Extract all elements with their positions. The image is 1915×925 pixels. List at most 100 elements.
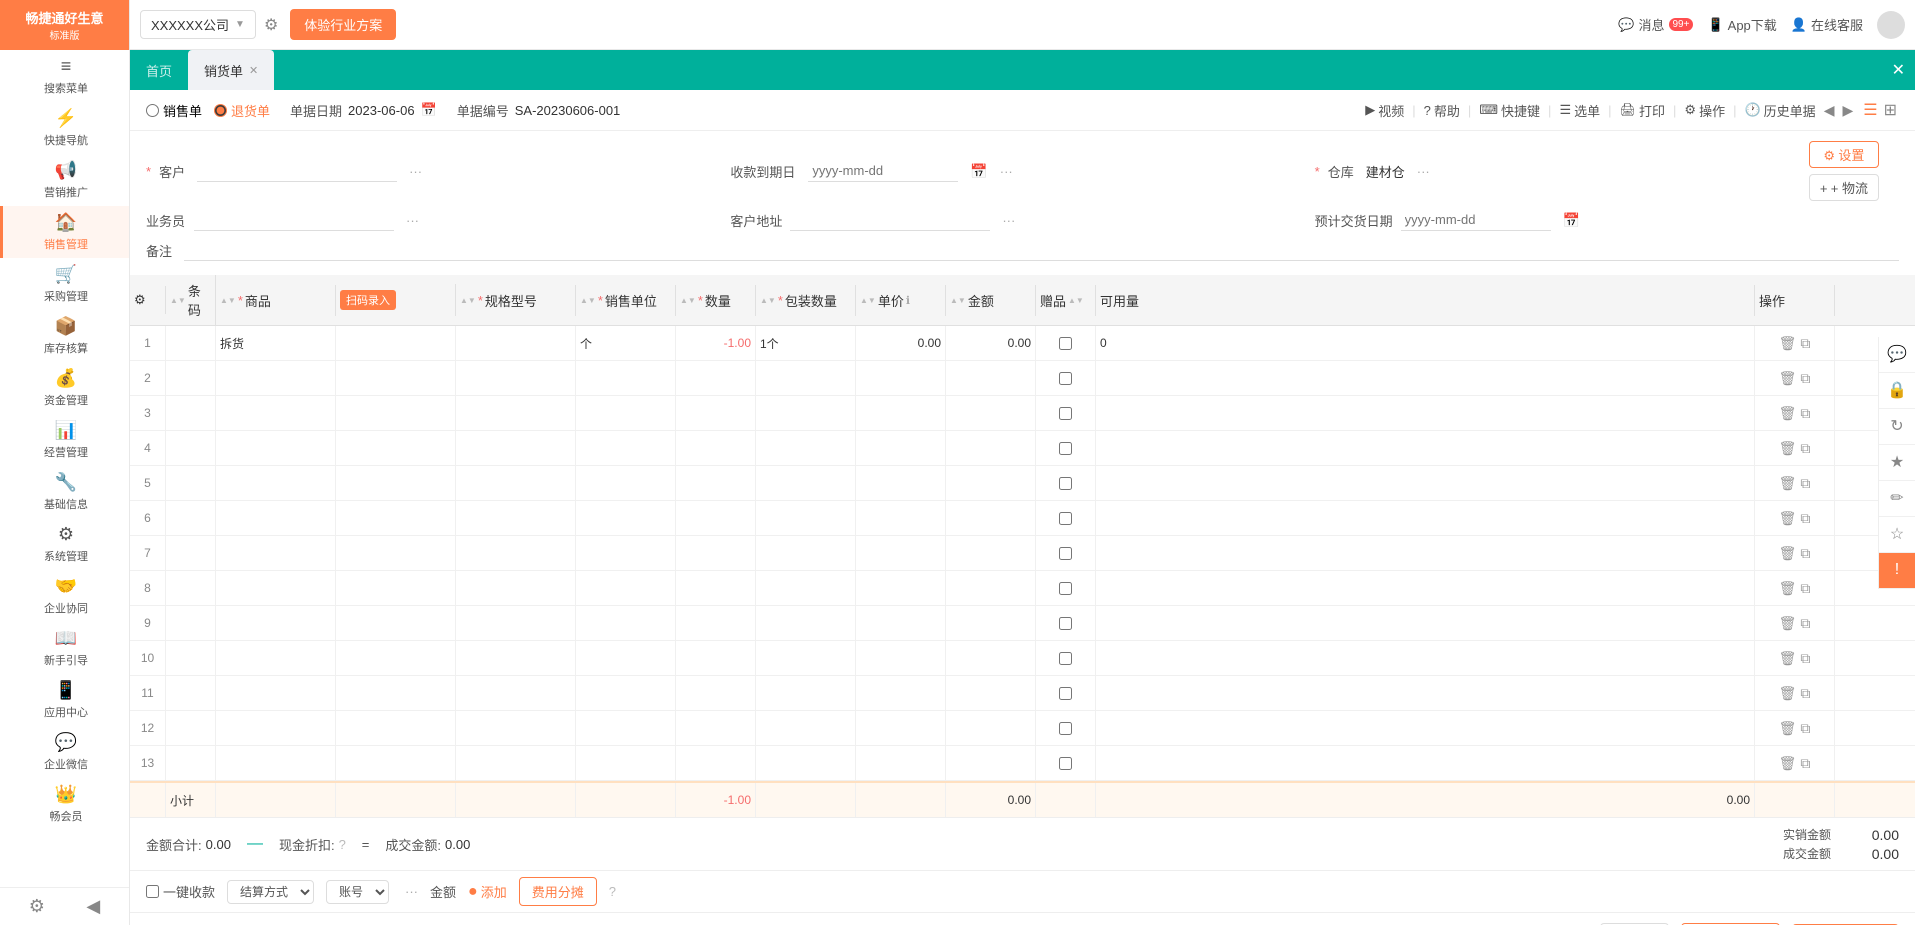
action-help[interactable]: ? 帮助	[1424, 101, 1460, 120]
gift-checkbox-9[interactable]	[1059, 617, 1072, 630]
gift-checkbox-1[interactable]	[1059, 337, 1072, 350]
rf-item-6[interactable]: ☆	[1879, 517, 1915, 553]
payment-method-select[interactable]: 结算方式	[227, 880, 314, 904]
gift-checkbox-7[interactable]	[1059, 547, 1072, 560]
remark-input[interactable]	[184, 239, 1899, 261]
collect-date-more-icon[interactable]: ···	[1000, 164, 1013, 179]
gift-checkbox-12[interactable]	[1059, 722, 1072, 735]
customer-more-icon[interactable]: ···	[409, 164, 422, 179]
expense-split-button[interactable]: 费用分摊	[519, 877, 597, 906]
sidebar-item-inventory[interactable]: 📦 库存核算	[0, 310, 129, 362]
one-click-payment-checkbox[interactable]: 一键收款	[146, 882, 215, 901]
company-selector[interactable]: XXXXXX公司 ▼	[140, 10, 256, 39]
copy-row-10-icon[interactable]: ⧉	[1800, 650, 1810, 667]
tab-sales-order[interactable]: 销货单 ✕	[188, 50, 274, 90]
delete-row-9-icon[interactable]: 🗑	[1779, 615, 1797, 632]
warehouse-more-icon[interactable]: ···	[1417, 164, 1430, 179]
gift-checkbox-11[interactable]	[1059, 687, 1072, 700]
rf-item-4[interactable]: ★	[1879, 445, 1915, 481]
header-settings-icon[interactable]: ⚙	[264, 15, 278, 35]
delete-row-7-icon[interactable]: 🗑	[1779, 545, 1797, 562]
td-barcode-1[interactable]	[166, 326, 216, 360]
trial-button[interactable]: 体验行业方案	[290, 9, 396, 40]
action-video[interactable]: ▶ 视频	[1365, 101, 1404, 120]
gift-checkbox-5[interactable]	[1059, 477, 1072, 490]
copy-row-11-icon[interactable]: ⧉	[1800, 685, 1810, 702]
app-download-button[interactable]: 📱 App下载	[1707, 15, 1776, 34]
customer-addr-input[interactable]	[790, 209, 990, 231]
date-calendar-icon[interactable]: 📅	[421, 102, 437, 118]
td-spec-1[interactable]	[456, 326, 576, 360]
gift-checkbox-10[interactable]	[1059, 652, 1072, 665]
salesperson-more-icon[interactable]: ···	[406, 213, 419, 228]
sidebar-item-system[interactable]: ⚙ 系统管理	[0, 518, 129, 570]
sidebar-item-appstore[interactable]: 📱 应用中心	[0, 674, 129, 726]
gift-checkbox-8[interactable]	[1059, 582, 1072, 595]
delete-row-4-icon[interactable]: 🗑	[1779, 440, 1797, 457]
delete-row-13-icon[interactable]: 🗑	[1779, 755, 1797, 772]
gift-checkbox-3[interactable]	[1059, 407, 1072, 420]
copy-row-7-icon[interactable]: ⧉	[1800, 545, 1810, 562]
customer-input[interactable]	[197, 160, 397, 182]
online-service-button[interactable]: 👤 在线客服	[1791, 15, 1863, 34]
rf-item-2[interactable]: 🔒	[1879, 373, 1915, 409]
discount-help-icon[interactable]: ?	[339, 837, 346, 852]
payment-account-more-icon[interactable]: ···	[405, 884, 418, 899]
expected-delivery-calendar-icon[interactable]: 📅	[1563, 212, 1580, 229]
copy-row-4-icon[interactable]: ⧉	[1800, 440, 1810, 457]
sidebar-item-quick[interactable]: ⚡ 快捷导航	[0, 102, 129, 154]
delete-row-11-icon[interactable]: 🗑	[1779, 685, 1797, 702]
payment-help-icon[interactable]: ?	[609, 884, 616, 899]
action-operate[interactable]: ⚙ 操作	[1684, 101, 1725, 120]
action-select[interactable]: ☰ 选单	[1559, 101, 1600, 120]
add-payment-button[interactable]: ● 添加	[468, 882, 507, 901]
rf-item-5[interactable]: ✏	[1879, 481, 1915, 517]
payment-account-select[interactable]: 账号	[326, 880, 389, 904]
rf-item-1[interactable]: 💬	[1879, 337, 1915, 373]
action-print[interactable]: 🖨 打印	[1620, 101, 1666, 120]
history-next-icon[interactable]: ▶	[1842, 102, 1853, 119]
copy-row-12-icon[interactable]: ⧉	[1800, 720, 1810, 737]
sidebar-item-basic[interactable]: 🔧 基础信息	[0, 466, 129, 518]
delete-row-1-icon[interactable]: 🗑	[1779, 335, 1797, 352]
action-shortcut[interactable]: ⌨ 快捷键	[1479, 101, 1540, 120]
radio-sale[interactable]: 销售单	[146, 101, 202, 120]
logistics-button[interactable]: + + 物流	[1809, 174, 1879, 201]
grid-view-icon[interactable]: ⊞	[1882, 98, 1899, 122]
sidebar-item-member[interactable]: 👑 畅会员	[0, 778, 129, 830]
tab-home[interactable]: 首页	[130, 50, 188, 90]
salesperson-input[interactable]	[194, 209, 394, 231]
copy-row-5-icon[interactable]: ⧉	[1800, 475, 1810, 492]
customer-addr-more-icon[interactable]: ···	[1002, 213, 1015, 228]
delete-row-3-icon[interactable]: 🗑	[1779, 405, 1797, 422]
copy-row-8-icon[interactable]: ⧉	[1800, 580, 1810, 597]
sidebar-item-finance[interactable]: 💰 资金管理	[0, 362, 129, 414]
delete-row-12-icon[interactable]: 🗑	[1779, 720, 1797, 737]
gift-checkbox-13[interactable]	[1059, 757, 1072, 770]
copy-row-2-icon[interactable]: ⧉	[1800, 370, 1810, 387]
sidebar-item-operations[interactable]: 📊 经营管理	[0, 414, 129, 466]
sidebar-item-search[interactable]: ≡ 搜索菜单	[0, 50, 129, 102]
delete-row-2-icon[interactable]: 🗑	[1779, 370, 1797, 387]
sidebar-item-marketing[interactable]: 📢 营销推广	[0, 154, 129, 206]
sidebar-settings-icon[interactable]: ⚙	[29, 896, 45, 917]
tabs-close-all[interactable]: ✕	[1892, 60, 1915, 80]
radio-return-input[interactable]	[214, 104, 227, 117]
gift-checkbox-4[interactable]	[1059, 442, 1072, 455]
collect-date-input[interactable]	[808, 160, 958, 182]
sidebar-collapse-icon[interactable]: ◀	[86, 896, 100, 917]
gift-checkbox-6[interactable]	[1059, 512, 1072, 525]
copy-row-6-icon[interactable]: ⧉	[1800, 510, 1810, 527]
copy-row-13-icon[interactable]: ⧉	[1800, 755, 1810, 772]
sidebar-item-guide[interactable]: 📖 新手引导	[0, 622, 129, 674]
th-price-info-icon[interactable]: ℹ	[906, 294, 910, 307]
user-avatar[interactable]	[1877, 11, 1905, 39]
rf-item-3[interactable]: ↻	[1879, 409, 1915, 445]
copy-row-3-icon[interactable]: ⧉	[1800, 405, 1810, 422]
sidebar-item-purchase[interactable]: 🛒 采购管理	[0, 258, 129, 310]
action-history[interactable]: 🕐 历史单据	[1744, 101, 1815, 120]
copy-row-1-icon[interactable]: ⧉	[1800, 335, 1810, 352]
sidebar-item-sales[interactable]: 🏠 销售管理	[0, 206, 129, 258]
history-prev-icon[interactable]: ◀	[1824, 102, 1835, 119]
expected-delivery-input[interactable]	[1401, 209, 1551, 231]
